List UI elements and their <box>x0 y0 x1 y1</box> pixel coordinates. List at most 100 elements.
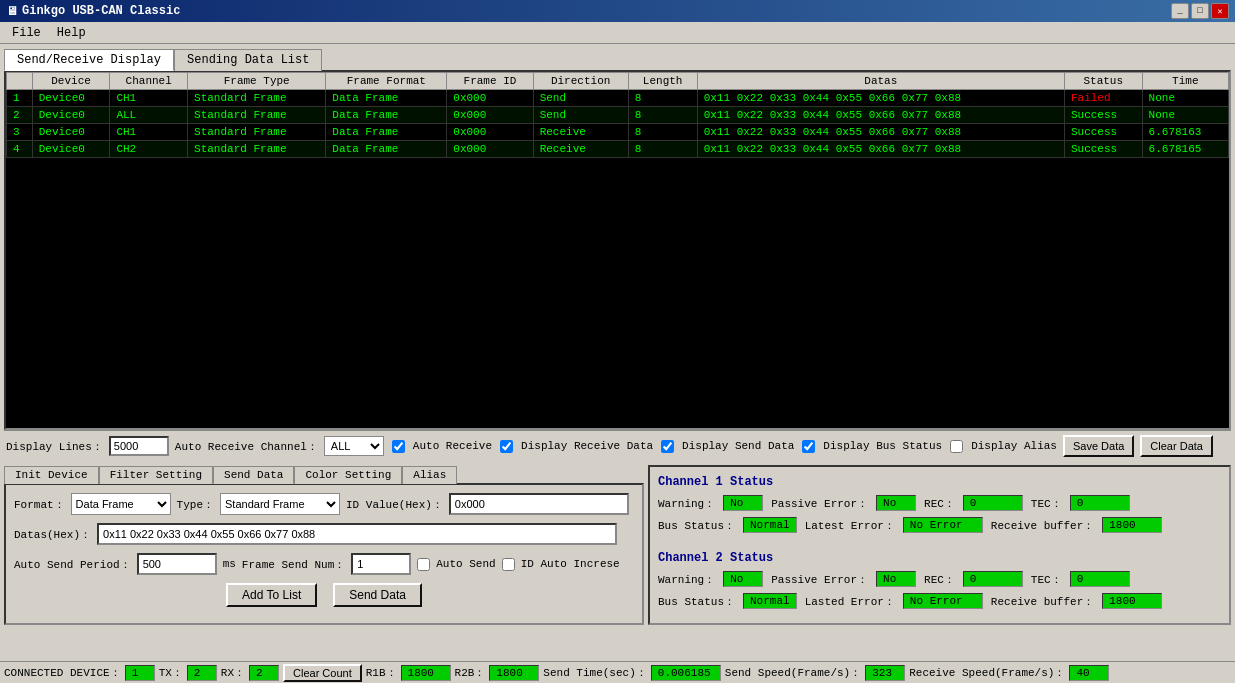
tab-send-receive-display[interactable]: Send/Receive Display <box>4 49 174 71</box>
lower-tab-color-setting[interactable]: Color Setting <box>294 466 402 484</box>
col-header-frame-format: Frame Format <box>326 73 447 90</box>
send-data-button[interactable]: Send Data <box>333 583 422 607</box>
display-receive-data-checkbox[interactable] <box>500 440 513 453</box>
display-send-data-checkbox[interactable] <box>661 440 674 453</box>
id-value-label: ID Value(Hex)： <box>346 497 443 512</box>
auto-receive-checkbox-label: Auto Receive <box>413 440 492 452</box>
lower-tab-bar: Init Device Filter Setting Send Data Col… <box>4 465 644 483</box>
col-header-time: Time <box>1142 73 1228 90</box>
auto-send-checkbox[interactable] <box>417 558 430 571</box>
r1b-value: 1800 <box>401 665 451 681</box>
add-to-list-button[interactable]: Add To List <box>226 583 317 607</box>
table-cell: ALL <box>110 107 188 124</box>
ch2-tec-label: TEC： <box>1031 572 1062 587</box>
auto-receive-channel-label: Auto Receive Channel： <box>175 439 318 454</box>
ch2-warning-label: Warning： <box>658 572 715 587</box>
close-button[interactable]: ✕ <box>1211 3 1229 19</box>
lower-tab-filter-setting[interactable]: Filter Setting <box>99 466 213 484</box>
ch2-receive-buffer-value: 1800 <box>1102 593 1162 609</box>
ch1-bus-status-value: Normal <box>743 517 797 533</box>
ch1-passive-error-label: Passive Error： <box>771 496 868 511</box>
frame-send-num-input[interactable] <box>351 553 411 575</box>
ch2-bus-status-value: Normal <box>743 593 797 609</box>
display-alias-label: Display Alias <box>971 440 1057 452</box>
type-label: Type： <box>177 497 214 512</box>
table-cell: 4 <box>7 141 33 158</box>
display-alias-checkbox[interactable] <box>950 440 963 453</box>
lower-tab-send-data[interactable]: Send Data <box>213 466 294 484</box>
data-table-container: Device Channel Frame Type Frame Format F… <box>4 70 1231 430</box>
ch1-bus-status-label: Bus Status： <box>658 518 735 533</box>
ch1-tec-value: 0 <box>1070 495 1130 511</box>
table-cell: 6.678165 <box>1142 141 1228 158</box>
display-lines-input[interactable] <box>109 436 169 456</box>
table-row[interactable]: 4Device0CH2Standard FrameData Frame0x000… <box>7 141 1229 158</box>
menu-help[interactable]: Help <box>49 24 94 42</box>
table-cell: CH1 <box>110 90 188 107</box>
send-speed-label: Send Speed(Frame/s)： <box>725 665 861 680</box>
ch1-rec-label: REC： <box>924 496 955 511</box>
ch2-title: Channel 2 Status <box>658 551 1221 565</box>
auto-receive-channel-select[interactable]: ALL CH1 CH2 <box>324 436 384 456</box>
ch1-tec-label: TEC： <box>1031 496 1062 511</box>
status-bar: CONNECTED DEVICE： 1 TX： 2 RX： 2 Clear Co… <box>0 661 1235 683</box>
table-row[interactable]: 3Device0CH1Standard FrameData Frame0x000… <box>7 124 1229 141</box>
datas-input[interactable] <box>97 523 617 545</box>
data-table: Device Channel Frame Type Frame Format F… <box>6 72 1229 158</box>
display-bus-status-label: Display Bus Status <box>823 440 942 452</box>
id-auto-increse-checkbox[interactable] <box>502 558 515 571</box>
ch1-passive-error-value: No <box>876 495 916 511</box>
send-time-value: 0.006185 <box>651 665 721 681</box>
frame-send-num-label: Frame Send Num： <box>242 557 345 572</box>
table-row[interactable]: 2Device0ALLStandard FrameData Frame0x000… <box>7 107 1229 124</box>
table-cell: 1 <box>7 90 33 107</box>
receive-speed-value: 40 <box>1069 665 1109 681</box>
clear-data-button[interactable]: Clear Data <box>1140 435 1213 457</box>
table-cell: 8 <box>628 141 697 158</box>
main-tab-bar: Send/Receive Display Sending Data List <box>4 48 1231 70</box>
table-cell: 0x11 0x22 0x33 0x44 0x55 0x66 0x77 0x88 <box>697 107 1064 124</box>
tab-sending-data-list[interactable]: Sending Data List <box>174 49 322 71</box>
display-bus-status-checkbox[interactable] <box>802 440 815 453</box>
lower-tab-alias[interactable]: Alias <box>402 466 457 484</box>
table-cell: Success <box>1064 107 1142 124</box>
table-cell: CH2 <box>110 141 188 158</box>
menu-bar: File Help <box>0 22 1235 44</box>
table-cell: 0x11 0x22 0x33 0x44 0x55 0x66 0x77 0x88 <box>697 124 1064 141</box>
ch1-receive-buffer-label: Receive buffer： <box>991 518 1094 533</box>
minimize-button[interactable]: _ <box>1171 3 1189 19</box>
receive-speed-label: Receive Speed(Frame/s)： <box>909 665 1065 680</box>
r2b-value: 1800 <box>489 665 539 681</box>
table-cell: CH1 <box>110 124 188 141</box>
auto-send-period-label: Auto Send Period： <box>14 557 131 572</box>
table-cell: Receive <box>533 124 628 141</box>
clear-count-button[interactable]: Clear Count <box>283 664 362 682</box>
col-header-num <box>7 73 33 90</box>
connected-device-value: 1 <box>125 665 155 681</box>
table-cell: Device0 <box>32 90 110 107</box>
format-select[interactable]: Data Frame Remote Frame <box>71 493 171 515</box>
lower-tab-init-device[interactable]: Init Device <box>4 466 99 484</box>
type-select[interactable]: Standard Frame Extended Frame <box>220 493 340 515</box>
id-auto-increse-label: ID Auto Increse <box>521 558 620 570</box>
ch2-warning-value: No <box>723 571 763 587</box>
rx-value: 2 <box>249 665 279 681</box>
r1b-label: R1B： <box>366 665 397 680</box>
save-data-button[interactable]: Save Data <box>1063 435 1134 457</box>
table-cell: None <box>1142 107 1228 124</box>
col-header-status: Status <box>1064 73 1142 90</box>
table-cell: Success <box>1064 141 1142 158</box>
auto-receive-checkbox[interactable] <box>392 440 405 453</box>
auto-send-period-input[interactable] <box>137 553 217 575</box>
ch2-lasted-error-label: Lasted Error： <box>805 594 895 609</box>
table-row[interactable]: 1Device0CH1Standard FrameData Frame0x000… <box>7 90 1229 107</box>
table-cell: Send <box>533 107 628 124</box>
table-cell: Standard Frame <box>188 141 326 158</box>
ch2-tec-value: 0 <box>1070 571 1130 587</box>
menu-file[interactable]: File <box>4 24 49 42</box>
maximize-button[interactable]: □ <box>1191 3 1209 19</box>
ch1-receive-buffer-value: 1800 <box>1102 517 1162 533</box>
id-value-input[interactable] <box>449 493 629 515</box>
send-speed-value: 323 <box>865 665 905 681</box>
table-cell: Device0 <box>32 141 110 158</box>
